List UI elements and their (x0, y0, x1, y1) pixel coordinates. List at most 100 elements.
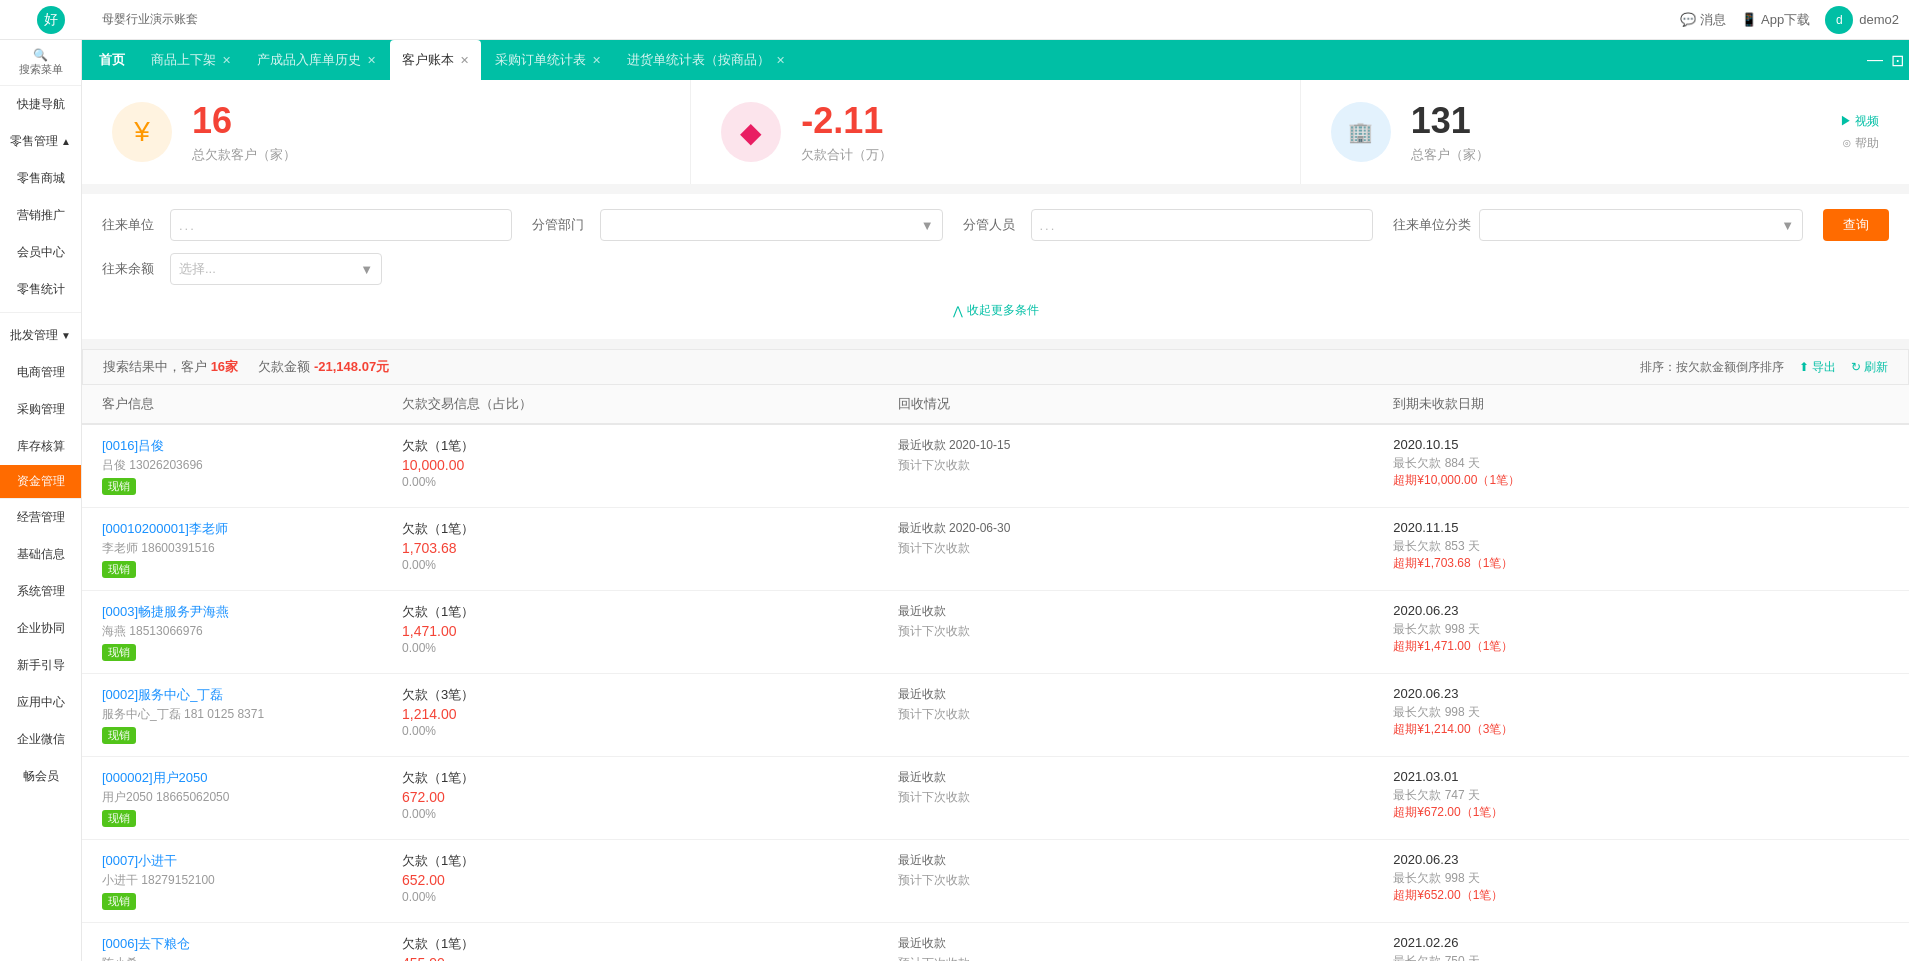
tab-close-purchase-stat[interactable]: ✕ (776, 54, 785, 67)
debt-total-label: 欠款合计（万） (801, 146, 892, 164)
unit-type-select[interactable]: ▼ (1479, 209, 1803, 241)
table-row: [000002]用户2050 用户2050 18665062050 现销 欠款（… (82, 757, 1909, 840)
customer-name-6[interactable]: [0006]去下粮仓 (102, 935, 402, 953)
tab-purchase-order[interactable]: 采购订单统计表 ✕ (483, 40, 613, 80)
sidebar-item-enterprise-coop[interactable]: 企业协同 (0, 610, 81, 647)
sidebar-item-marketing[interactable]: 营销推广 (0, 197, 81, 234)
debt-amount-6: 455.90 (402, 955, 898, 961)
customer-name-0[interactable]: [0016]吕俊 (102, 437, 402, 455)
sidebar-item-purchase-mgmt[interactable]: 采购管理 (0, 391, 81, 428)
cell-customer-0: [0016]吕俊 吕俊 13026203696 现销 (102, 437, 402, 495)
tab-home[interactable]: 首页 (87, 40, 137, 80)
filter-row-1: 往来单位 ... 分管部门 ▼ 分管人员 (102, 209, 1889, 241)
sidebar-item-member-plus[interactable]: 畅会员 (0, 758, 81, 795)
sidebar-item-retail-mgmt[interactable]: 零售管理▲ (0, 123, 81, 160)
next-collection-0: 预计下次收款 (898, 457, 1394, 474)
customer-tag-3: 现销 (102, 727, 136, 744)
tab-product-onoff[interactable]: 商品上下架 ✕ (139, 40, 243, 80)
col-header-debt: 欠款交易信息（占比） (402, 395, 898, 413)
debt-percent-0: 0.00% (402, 475, 898, 489)
cell-customer-3: [0002]服务中心_丁磊 服务中心_丁磊 181 0125 8371 现销 (102, 686, 402, 744)
sort-label[interactable]: 排序：按欠款金额倒序排序 (1640, 359, 1784, 376)
debt-amount-5: 652.00 (402, 872, 898, 888)
tab-close-customer-account[interactable]: ✕ (460, 54, 469, 67)
source-unit-label: 往来单位 (102, 216, 162, 234)
stat-card-debt-customers: ¥ 16 总欠款客户（家） (82, 80, 691, 184)
tab-customer-account[interactable]: 客户账本 ✕ (390, 40, 481, 80)
customer-name-5[interactable]: [0007]小进干 (102, 852, 402, 870)
cell-customer-4: [000002]用户2050 用户2050 18665062050 现销 (102, 769, 402, 827)
refresh-btn[interactable]: ↻ 刷新 (1851, 359, 1888, 376)
sidebar-item-system-mgmt[interactable]: 系统管理 (0, 573, 81, 610)
next-collection-5: 预计下次收款 (898, 872, 1394, 889)
dept-select[interactable]: ▼ (600, 209, 942, 241)
user-avatar[interactable]: d demo2 (1825, 6, 1899, 34)
overdue-link-4[interactable]: 超期¥672.00（1笔） (1393, 804, 1889, 821)
overdue-days-6: 最长欠款 750 天 (1393, 953, 1889, 961)
tab-product-history[interactable]: 产成品入库单历史 ✕ (245, 40, 388, 80)
balance-select[interactable]: 选择... ▼ (170, 253, 382, 285)
sidebar-item-batch-mgmt[interactable]: 批发管理▼ (0, 317, 81, 354)
sidebar-item-ecommerce[interactable]: 电商管理 (0, 354, 81, 391)
debt-total-icon: ◆ (721, 102, 781, 162)
debt-amount-0: 10,000.00 (402, 457, 898, 473)
tab-close-product-onoff[interactable]: ✕ (222, 54, 231, 67)
app-download-btn[interactable]: 📱 App下载 (1741, 11, 1810, 29)
overdue-link-1[interactable]: 超期¥1,703.68（1笔） (1393, 555, 1889, 572)
overdue-date-3: 2020.06.23 (1393, 686, 1889, 701)
table-row: [0006]去下粮仓 陈小希 现销 欠款（1笔） 455.90 0.00% 最近… (82, 923, 1909, 961)
manager-input[interactable]: ... (1031, 209, 1373, 241)
overdue-link-2[interactable]: 超期¥1,471.00（1笔） (1393, 638, 1889, 655)
dept-label: 分管部门 (532, 216, 592, 234)
debt-percent-3: 0.00% (402, 724, 898, 738)
overdue-link-0[interactable]: 超期¥10,000.00（1笔） (1393, 472, 1889, 489)
tab-close-purchase-order[interactable]: ✕ (592, 54, 601, 67)
export-icon: ⬆ (1799, 360, 1809, 374)
sidebar-item-retail-stat[interactable]: 零售统计 (0, 271, 81, 308)
export-btn[interactable]: ⬆ 导出 (1799, 359, 1836, 376)
customer-name-1[interactable]: [00010200001]李老师 (102, 520, 402, 538)
table-row: [0007]小进干 小进干 18279152100 现销 欠款（1笔） 652.… (82, 840, 1909, 923)
tab-purchase-stat[interactable]: 进货单统计表（按商品） ✕ (615, 40, 797, 80)
overdue-link-5[interactable]: 超期¥652.00（1笔） (1393, 887, 1889, 904)
cell-collection-5: 最近收款 预计下次收款 (898, 852, 1394, 889)
tab-minimize-btn[interactable]: — (1867, 51, 1883, 70)
cell-debt-1: 欠款（1笔） 1,703.68 0.00% (402, 520, 898, 572)
overdue-link-3[interactable]: 超期¥1,214.00（3笔） (1393, 721, 1889, 738)
latest-collection-3: 最近收款 (898, 686, 1394, 703)
sidebar-item-capital-mgmt[interactable]: 资金管理 (0, 465, 81, 499)
overdue-date-1: 2020.11.15 (1393, 520, 1889, 535)
cell-collection-1: 最近收款 2020-06-30 预计下次收款 (898, 520, 1394, 557)
sidebar-item-basic-info[interactable]: 基础信息 (0, 536, 81, 573)
customer-phone-5: 小进干 18279152100 (102, 872, 402, 889)
search-menu[interactable]: 🔍 搜索菜单 (0, 40, 81, 86)
stat-debt-total-info: -2.11 欠款合计（万） (801, 100, 892, 164)
sidebar-item-new-guide[interactable]: 新手引导 (0, 647, 81, 684)
customer-name-3[interactable]: [0002]服务中心_丁磊 (102, 686, 402, 704)
sidebar-item-quick-nav[interactable]: 快捷导航 (0, 86, 81, 123)
customer-name-2[interactable]: [0003]畅捷服务尹海燕 (102, 603, 402, 621)
collapse-btn[interactable]: ⋀ 收起更多条件 (102, 302, 1889, 319)
help-btn[interactable]: ⊙ 帮助 (1842, 135, 1879, 152)
debt-customers-value: 16 (192, 100, 296, 142)
sidebar-item-app-center[interactable]: 应用中心 (0, 684, 81, 721)
customer-name-4[interactable]: [000002]用户2050 (102, 769, 402, 787)
sidebar-item-retail-mall[interactable]: 零售商城 (0, 160, 81, 197)
sidebar-item-member[interactable]: 会员中心 (0, 234, 81, 271)
sidebar-item-operation-mgmt[interactable]: 经营管理 (0, 499, 81, 536)
tab-close-product-history[interactable]: ✕ (367, 54, 376, 67)
query-button[interactable]: 查询 (1823, 209, 1889, 241)
sidebar-item-enterprise-wechat[interactable]: 企业微信 (0, 721, 81, 758)
customer-tag-5: 现销 (102, 893, 136, 910)
sidebar-item-inventory[interactable]: 库存核算 (0, 428, 81, 465)
source-unit-dots: ... (179, 218, 196, 233)
collapse-icon: ⋀ (953, 304, 963, 318)
view-video-btn[interactable]: ▶ 视频 (1840, 113, 1879, 130)
overdue-date-0: 2020.10.15 (1393, 437, 1889, 452)
tab-expand-btn[interactable]: ⊡ (1891, 51, 1904, 70)
cell-debt-5: 欠款（1笔） 652.00 0.00% (402, 852, 898, 904)
cell-overdue-3: 2020.06.23 最长欠款 998 天 超期¥1,214.00（3笔） (1393, 686, 1889, 738)
source-unit-input[interactable]: ... (170, 209, 512, 241)
store-name[interactable]: 母婴行业演示账套 (102, 11, 198, 28)
message-btn[interactable]: 💬 消息 (1680, 11, 1726, 29)
